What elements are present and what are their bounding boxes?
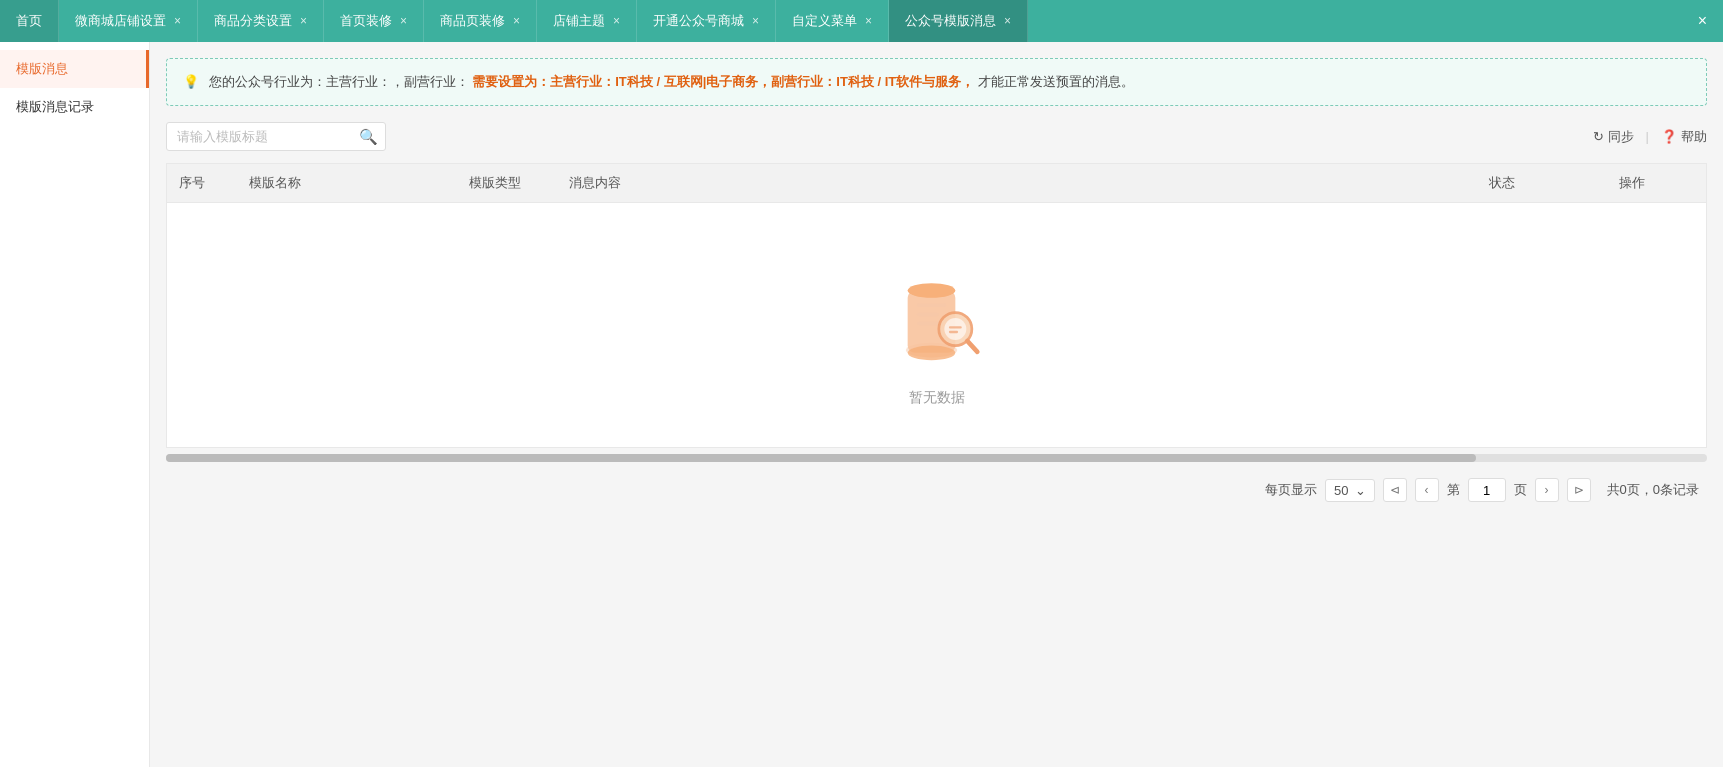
sync-label: 同步 (1608, 128, 1634, 146)
pagination-prev-button[interactable]: ‹ (1415, 478, 1439, 502)
col-status: 状态 (1477, 164, 1607, 203)
notice-text-after: 才能正常发送预置的消息。 (978, 74, 1134, 89)
tab-shop-theme[interactable]: 店铺主题 × (537, 0, 637, 42)
sidebar-item-template-message-record-label: 模版消息记录 (16, 99, 94, 114)
tab-shop-settings-label: 微商城店铺设置 (75, 12, 166, 30)
search-bar: 🔍 ↻ 同步 | ❓ 帮助 (166, 122, 1707, 151)
main-layout: 模版消息 模版消息记录 💡 您的公众号行业为：主营行业：，副营行业： 需要设置为… (0, 42, 1723, 767)
pagination-last-button[interactable]: ⊳ (1567, 478, 1591, 502)
tab-category-settings-label: 商品分类设置 (214, 12, 292, 30)
sidebar: 模版消息 模版消息记录 (0, 42, 150, 767)
page-input[interactable] (1468, 478, 1506, 502)
tab-shop-settings-close[interactable]: × (174, 14, 181, 28)
table-scrollbar-thumb (166, 454, 1476, 462)
sync-button[interactable]: ↻ 同步 (1593, 128, 1634, 146)
tab-shop-theme-label: 店铺主题 (553, 12, 605, 30)
table-empty-row: 暂无数据 (167, 203, 1707, 448)
search-input-wrap: 🔍 (166, 122, 386, 151)
tab-custom-menu-label: 自定义菜单 (792, 12, 857, 30)
page-label-pre: 第 (1447, 481, 1460, 499)
sidebar-item-template-message-record[interactable]: 模版消息记录 (0, 88, 149, 126)
sidebar-item-template-message[interactable]: 模版消息 (0, 50, 149, 88)
sync-icon: ↻ (1593, 129, 1604, 144)
per-page-value: 50 (1334, 483, 1348, 498)
sidebar-item-template-message-label: 模版消息 (16, 61, 68, 76)
svg-point-8 (944, 318, 966, 340)
tab-template-msg-label: 公众号模版消息 (905, 12, 996, 30)
empty-state-icon (882, 263, 992, 373)
tab-shop-theme-close[interactable]: × (613, 14, 620, 28)
per-page-label: 每页显示 (1265, 481, 1317, 499)
tab-custom-menu[interactable]: 自定义菜单 × (776, 0, 889, 42)
per-page-chevron-icon: ⌄ (1355, 483, 1366, 498)
tab-product-decor-close[interactable]: × (513, 14, 520, 28)
tab-category-settings[interactable]: 商品分类设置 × (198, 0, 324, 42)
tab-open-mall[interactable]: 开通公众号商城 × (637, 0, 776, 42)
tab-template-msg-close[interactable]: × (1004, 14, 1011, 28)
tab-product-decor[interactable]: 商品页装修 × (424, 0, 537, 42)
search-input[interactable] (166, 122, 386, 151)
tab-home-decor[interactable]: 首页装修 × (324, 0, 424, 42)
tab-template-msg[interactable]: 公众号模版消息 × (889, 0, 1028, 42)
table-scrollbar[interactable] (166, 454, 1707, 462)
tab-home-decor-label: 首页装修 (340, 12, 392, 30)
help-label: 帮助 (1681, 128, 1707, 146)
per-page-select[interactable]: 50 ⌄ (1325, 479, 1374, 502)
help-icon: ❓ (1661, 129, 1677, 144)
pagination-first-button[interactable]: ⊲ (1383, 478, 1407, 502)
col-seq: 序号 (167, 164, 237, 203)
tab-bar: 首页 微商城店铺设置 × 商品分类设置 × 首页装修 × 商品页装修 × 店铺主… (0, 0, 1723, 42)
notice-icon: 💡 (183, 74, 199, 89)
svg-point-2 (907, 283, 955, 298)
page-label-post: 页 (1514, 481, 1527, 499)
pagination-next-button[interactable]: › (1535, 478, 1559, 502)
svg-rect-4 (916, 303, 945, 307)
pagination-bar: 每页显示 50 ⌄ ⊲ ‹ 第 页 › ⊳ 共0页，0条记录 (166, 468, 1707, 502)
data-table: 序号 模版名称 模版类型 消息内容 状态 操作 (166, 163, 1707, 448)
col-type: 模版类型 (457, 164, 557, 203)
tab-home[interactable]: 首页 (0, 0, 59, 42)
svg-line-9 (967, 341, 977, 352)
search-icon[interactable]: 🔍 (359, 128, 378, 146)
table-body: 暂无数据 (167, 203, 1707, 448)
svg-rect-5 (916, 313, 938, 317)
svg-rect-11 (948, 331, 957, 333)
empty-state: 暂无数据 (167, 203, 1706, 447)
col-name: 模版名称 (237, 164, 457, 203)
tab-shop-settings[interactable]: 微商城店铺设置 × (59, 0, 198, 42)
tab-open-mall-label: 开通公众号商城 (653, 12, 744, 30)
notice-text-highlight: 需要设置为：主营行业：IT科技 / 互联网|电子商务，副营行业：IT科技 / I… (472, 74, 974, 89)
col-content: 消息内容 (557, 164, 1477, 203)
notice-text-before: 您的公众号行业为：主营行业：，副营行业： (209, 74, 469, 89)
svg-rect-10 (948, 326, 961, 328)
tab-home-decor-close[interactable]: × (400, 14, 407, 28)
tab-product-decor-label: 商品页装修 (440, 12, 505, 30)
tab-custom-menu-close[interactable]: × (865, 14, 872, 28)
empty-state-text: 暂无数据 (909, 389, 965, 407)
tab-bar-close-all[interactable]: × (1682, 0, 1723, 42)
toolbar-right: ↻ 同步 | ❓ 帮助 (1593, 128, 1707, 146)
tab-category-settings-close[interactable]: × (300, 14, 307, 28)
table-header-row: 序号 模版名称 模版类型 消息内容 状态 操作 (167, 164, 1707, 203)
total-text: 共0页，0条记录 (1607, 481, 1699, 499)
svg-point-3 (907, 346, 955, 361)
tab-home-label: 首页 (16, 12, 42, 30)
col-action: 操作 (1607, 164, 1707, 203)
tab-open-mall-close[interactable]: × (752, 14, 759, 28)
content-area: 💡 您的公众号行业为：主营行业：，副营行业： 需要设置为：主营行业：IT科技 /… (150, 42, 1723, 767)
notice-box: 💡 您的公众号行业为：主营行业：，副营行业： 需要设置为：主营行业：IT科技 /… (166, 58, 1707, 106)
divider: | (1646, 129, 1649, 144)
help-button[interactable]: ❓ 帮助 (1661, 128, 1707, 146)
